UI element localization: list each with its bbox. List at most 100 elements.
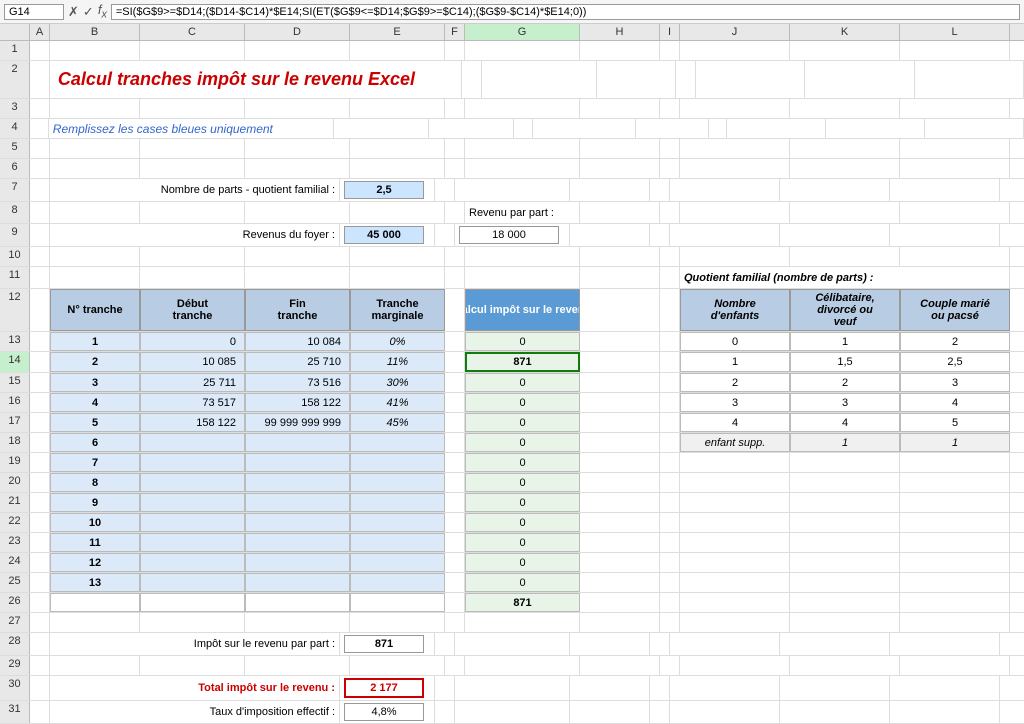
cell-debut-6[interactable] bbox=[140, 433, 245, 452]
cell-D4[interactable] bbox=[334, 119, 428, 138]
cell-calcul-13[interactable]: 0 bbox=[465, 573, 580, 592]
cell-taux-5[interactable]: 45% bbox=[350, 413, 445, 432]
cell-L2[interactable] bbox=[915, 61, 1024, 98]
cell-calcul-1[interactable]: 0 bbox=[465, 332, 580, 351]
cell-F25[interactable] bbox=[445, 573, 465, 592]
cell-J22[interactable] bbox=[680, 513, 790, 532]
cell-E6[interactable] bbox=[350, 159, 445, 178]
cell-K24[interactable] bbox=[790, 553, 900, 572]
cell-C3[interactable] bbox=[140, 99, 245, 118]
cell-A7[interactable] bbox=[30, 179, 50, 201]
cell-fin-12[interactable] bbox=[245, 553, 350, 572]
cell-debut-10[interactable] bbox=[140, 513, 245, 532]
cell-taux-6[interactable] bbox=[350, 433, 445, 452]
cell-B26[interactable] bbox=[50, 593, 140, 612]
cell-I17[interactable] bbox=[660, 413, 680, 432]
cell-F14[interactable] bbox=[445, 352, 465, 372]
cell-title[interactable]: Calcul tranches impôt sur le revenu Exce… bbox=[50, 61, 462, 98]
cell-A3[interactable] bbox=[30, 99, 50, 118]
cell-calcul-4[interactable]: 0 bbox=[465, 393, 580, 412]
cell-C10[interactable] bbox=[140, 247, 245, 266]
cell-A30[interactable] bbox=[30, 676, 50, 700]
col-header-A[interactable]: A bbox=[30, 24, 50, 40]
cell-debut-9[interactable] bbox=[140, 493, 245, 512]
cell-C5[interactable] bbox=[140, 139, 245, 158]
cell-F19[interactable] bbox=[445, 453, 465, 472]
cell-rt-cel-1[interactable]: 1,5 bbox=[790, 352, 900, 372]
cell-A1[interactable] bbox=[30, 41, 50, 60]
cell-I10[interactable] bbox=[660, 247, 680, 266]
cell-F24[interactable] bbox=[445, 553, 465, 572]
cell-D11[interactable] bbox=[245, 267, 350, 288]
cell-A13[interactable] bbox=[30, 332, 50, 351]
cell-H5[interactable] bbox=[580, 139, 660, 158]
cell-debut-4[interactable]: 73 517 bbox=[140, 393, 245, 412]
cell-F6[interactable] bbox=[445, 159, 465, 178]
cell-I29[interactable] bbox=[660, 656, 680, 675]
cell-H15[interactable] bbox=[580, 373, 660, 392]
cell-A19[interactable] bbox=[30, 453, 50, 472]
cell-H23[interactable] bbox=[580, 533, 660, 552]
cell-L19[interactable] bbox=[900, 453, 1010, 472]
cell-tranche-num-10[interactable]: 10 bbox=[50, 513, 140, 532]
cell-F15[interactable] bbox=[445, 373, 465, 392]
cell-H8[interactable] bbox=[580, 202, 660, 223]
cell-taux-3[interactable]: 30% bbox=[350, 373, 445, 392]
cell-G28[interactable] bbox=[455, 633, 570, 655]
cell-reference[interactable]: G14 bbox=[4, 4, 64, 20]
cell-A26[interactable] bbox=[30, 593, 50, 612]
cell-A23[interactable] bbox=[30, 533, 50, 552]
cell-L1[interactable] bbox=[900, 41, 1010, 60]
cell-D29[interactable] bbox=[245, 656, 350, 675]
function-icon[interactable]: fx bbox=[98, 2, 107, 21]
cell-I30[interactable] bbox=[650, 676, 670, 700]
cell-L29[interactable] bbox=[900, 656, 1010, 675]
cell-taux-9[interactable] bbox=[350, 493, 445, 512]
cell-B10[interactable] bbox=[50, 247, 140, 266]
cell-I7[interactable] bbox=[650, 179, 670, 201]
cell-F20[interactable] bbox=[445, 473, 465, 492]
cell-debut-7[interactable] bbox=[140, 453, 245, 472]
cell-calcul-3[interactable]: 0 bbox=[465, 373, 580, 392]
cell-H29[interactable] bbox=[580, 656, 660, 675]
cell-impot-par-part-value[interactable]: 871 bbox=[340, 633, 435, 655]
cell-H7[interactable] bbox=[570, 179, 650, 201]
cell-B11[interactable] bbox=[50, 267, 140, 288]
cell-taux-1[interactable]: 0% bbox=[350, 332, 445, 351]
cell-rt-cel-3[interactable]: 3 bbox=[790, 393, 900, 412]
cell-A20[interactable] bbox=[30, 473, 50, 492]
cell-revenus-foyer-value[interactable]: 45 000 bbox=[340, 224, 435, 246]
cell-fin-4[interactable]: 158 122 bbox=[245, 393, 350, 412]
cell-calcul-10[interactable]: 0 bbox=[465, 513, 580, 532]
cell-J9[interactable] bbox=[670, 224, 780, 246]
cell-J28[interactable] bbox=[670, 633, 780, 655]
cell-D8[interactable] bbox=[245, 202, 350, 223]
cell-A24[interactable] bbox=[30, 553, 50, 572]
cell-total-impot-value[interactable]: 2 177 bbox=[340, 676, 435, 700]
cell-H30[interactable] bbox=[570, 676, 650, 700]
cell-H22[interactable] bbox=[580, 513, 660, 532]
cell-rt-enfants-2[interactable]: 2 bbox=[680, 373, 790, 392]
cell-L26[interactable] bbox=[900, 593, 1010, 612]
cell-B3[interactable] bbox=[50, 99, 140, 118]
cell-G10[interactable] bbox=[465, 247, 580, 266]
cell-J21[interactable] bbox=[680, 493, 790, 512]
cell-C29[interactable] bbox=[140, 656, 245, 675]
col-header-L[interactable]: L bbox=[900, 24, 1010, 40]
cell-L8[interactable] bbox=[900, 202, 1010, 223]
cell-H3[interactable] bbox=[580, 99, 660, 118]
cell-rt-enfants-4[interactable]: 4 bbox=[680, 413, 790, 432]
cell-G29[interactable] bbox=[465, 656, 580, 675]
cell-A22[interactable] bbox=[30, 513, 50, 532]
cell-taux-10[interactable] bbox=[350, 513, 445, 532]
cell-tranche-num-2[interactable]: 2 bbox=[50, 352, 140, 372]
cell-F2[interactable] bbox=[462, 61, 482, 98]
cell-debut-2[interactable]: 10 085 bbox=[140, 352, 245, 372]
cell-I3[interactable] bbox=[660, 99, 680, 118]
cell-G30[interactable] bbox=[455, 676, 570, 700]
cell-H12[interactable] bbox=[580, 289, 660, 331]
cell-fin-2[interactable]: 25 710 bbox=[245, 352, 350, 372]
cell-K22[interactable] bbox=[790, 513, 900, 532]
cell-F22[interactable] bbox=[445, 513, 465, 532]
cell-I23[interactable] bbox=[660, 533, 680, 552]
